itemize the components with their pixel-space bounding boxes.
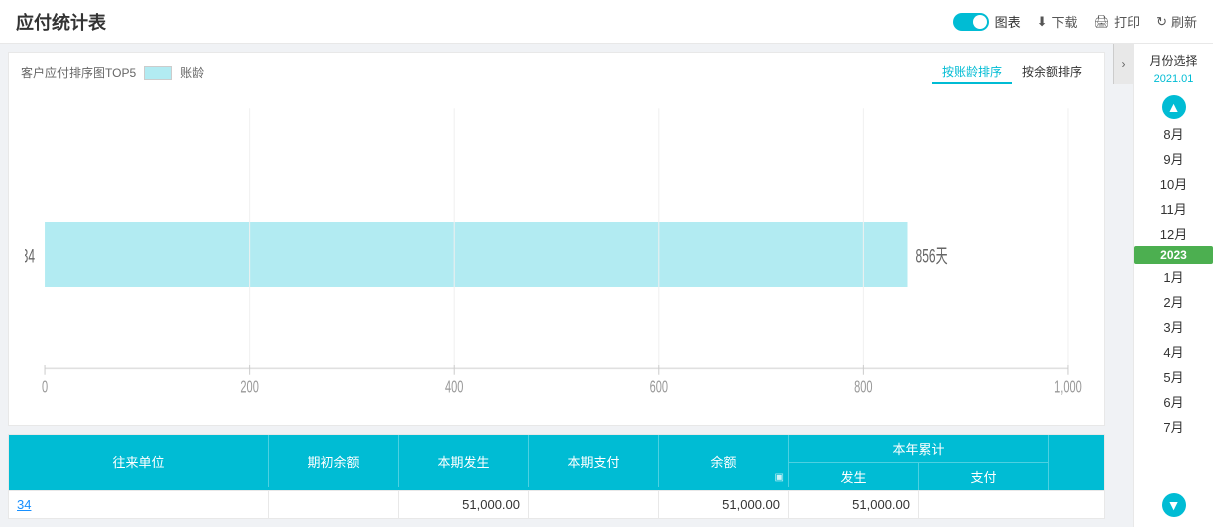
- month-item-8[interactable]: 8月: [1134, 121, 1213, 146]
- th-balance: 余额 ▣: [659, 435, 789, 487]
- chart-toggle[interactable]: [953, 13, 989, 31]
- chart-header: 客户应付排序图TOP5 账龄 按账龄排序 按余额排序: [9, 53, 1104, 92]
- month-item-10[interactable]: 10月: [1134, 171, 1213, 196]
- refresh-label: 刷新: [1171, 12, 1197, 31]
- print-icon: 🖨: [1094, 14, 1111, 30]
- sidebar-up-button[interactable]: ▲: [1162, 95, 1186, 119]
- svg-text:400: 400: [445, 378, 463, 397]
- th-ytd-sub: 发生 支付: [789, 463, 1048, 490]
- month-item-1[interactable]: 1月: [1134, 264, 1213, 289]
- refresh-button[interactable]: ↻ 刷新: [1156, 12, 1197, 31]
- month-item-2[interactable]: 2月: [1134, 289, 1213, 314]
- month-item-4[interactable]: 4月: [1134, 339, 1213, 364]
- refresh-icon: ↻: [1156, 14, 1167, 30]
- download-icon: ⬇: [1037, 14, 1048, 30]
- month-item-12[interactable]: 12月: [1134, 221, 1213, 246]
- td-opening: [269, 491, 399, 518]
- td-balance: 51,000.00: [659, 491, 789, 518]
- th-opening: 期初余额: [269, 435, 399, 487]
- main-content: 客户应付排序图TOP5 账龄 按账龄排序 按余额排序 34: [0, 44, 1213, 527]
- month-item-7[interactable]: 7月: [1134, 414, 1213, 439]
- svg-text:856天: 856天: [916, 246, 948, 268]
- th-ytd-pay: 支付: [919, 463, 1048, 490]
- chart-legend-box-label: 账龄: [180, 64, 204, 81]
- table-area: 往来单位 期初余额 本期发生 本期支付 余额 ▣ 本年累计 发生 支付: [8, 434, 1105, 519]
- table-row: 34 51,000.00 51,000.00 51,000.00: [9, 490, 1104, 518]
- sidebar-expand-button[interactable]: ›: [1113, 44, 1133, 84]
- td-unit: 34: [9, 491, 269, 518]
- download-label: 下载: [1052, 12, 1078, 31]
- th-ytd-occur: 发生: [789, 463, 919, 490]
- th-current-occur: 本期发生: [399, 435, 529, 487]
- sidebar-down-button[interactable]: ▼: [1162, 493, 1186, 517]
- sort-by-age-button[interactable]: 按账龄排序: [932, 61, 1012, 84]
- chart-area: 客户应付排序图TOP5 账龄 按账龄排序 按余额排序 34: [8, 52, 1105, 426]
- chart-legend-label: 客户应付排序图TOP5: [21, 64, 136, 81]
- svg-text:34: 34: [25, 246, 35, 268]
- bar-chart: 34 856天 0 200 400 600 800 1,000: [25, 92, 1088, 417]
- chevron-up-icon: ▲: [1167, 99, 1181, 115]
- table-header: 往来单位 期初余额 本期发生 本期支付 余额 ▣ 本年累计 发生 支付: [9, 435, 1104, 490]
- svg-text:200: 200: [240, 378, 258, 397]
- unit-link[interactable]: 34: [17, 497, 31, 512]
- sort-by-balance-button[interactable]: 按余额排序: [1012, 61, 1092, 84]
- month-item-6[interactable]: 6月: [1134, 389, 1213, 414]
- chevron-down-icon: ▼: [1167, 497, 1181, 513]
- header: 应付统计表 图表 ⬇ 下载 🖨 打印 ↻ 刷新: [0, 0, 1213, 44]
- chart-body: 34 856天 0 200 400 600 800 1,000: [9, 92, 1104, 425]
- chart-legend: 客户应付排序图TOP5 账龄: [21, 64, 204, 81]
- td-ytd-pay: [919, 491, 1049, 518]
- th-ytd-group: 本年累计 发生 支付: [789, 435, 1049, 490]
- download-button[interactable]: ⬇ 下载: [1037, 12, 1078, 31]
- header-actions: 图表 ⬇ 下载 🖨 打印 ↻ 刷新: [953, 12, 1197, 31]
- td-ytd-occur: 51,000.00: [789, 491, 919, 518]
- chart-toggle-wrap: 图表: [953, 12, 1021, 31]
- svg-text:800: 800: [854, 378, 872, 397]
- svg-text:0: 0: [42, 378, 48, 397]
- right-sidebar: 月份选择 2021.01 ▲ 8月 9月 10月 11月 12月 2023 1月…: [1133, 44, 1213, 527]
- year-label-2023: 2023: [1134, 246, 1213, 264]
- chart-sort-buttons: 按账龄排序 按余额排序: [932, 61, 1092, 84]
- chart-toggle-label: 图表: [995, 12, 1021, 31]
- svg-text:600: 600: [650, 378, 668, 397]
- balance-sub-icon: ▣: [775, 472, 784, 483]
- print-button[interactable]: 🖨 打印: [1094, 12, 1141, 31]
- sidebar-current-date: 2021.01: [1154, 73, 1194, 85]
- chevron-right-icon: ›: [1122, 57, 1126, 71]
- svg-text:1,000: 1,000: [1054, 378, 1082, 397]
- month-item-11[interactable]: 11月: [1134, 196, 1213, 221]
- th-current-pay: 本期支付: [529, 435, 659, 487]
- print-label: 打印: [1114, 12, 1140, 31]
- legend-box: [144, 66, 172, 80]
- sidebar-title: 月份选择: [1149, 52, 1197, 69]
- page-title: 应付统计表: [16, 9, 106, 35]
- th-unit: 往来单位: [9, 435, 269, 487]
- left-panel: 客户应付排序图TOP5 账龄 按账龄排序 按余额排序 34: [0, 44, 1113, 527]
- month-list: 8月 9月 10月 11月 12月 2023 1月 2月 3月 4月 5月 6月…: [1134, 121, 1213, 491]
- td-current-pay: [529, 491, 659, 518]
- month-item-5[interactable]: 5月: [1134, 364, 1213, 389]
- th-ytd-title: 本年累计: [789, 435, 1048, 463]
- td-current-occur: 51,000.00: [399, 491, 529, 518]
- month-item-9[interactable]: 9月: [1134, 146, 1213, 171]
- month-item-3[interactable]: 3月: [1134, 314, 1213, 339]
